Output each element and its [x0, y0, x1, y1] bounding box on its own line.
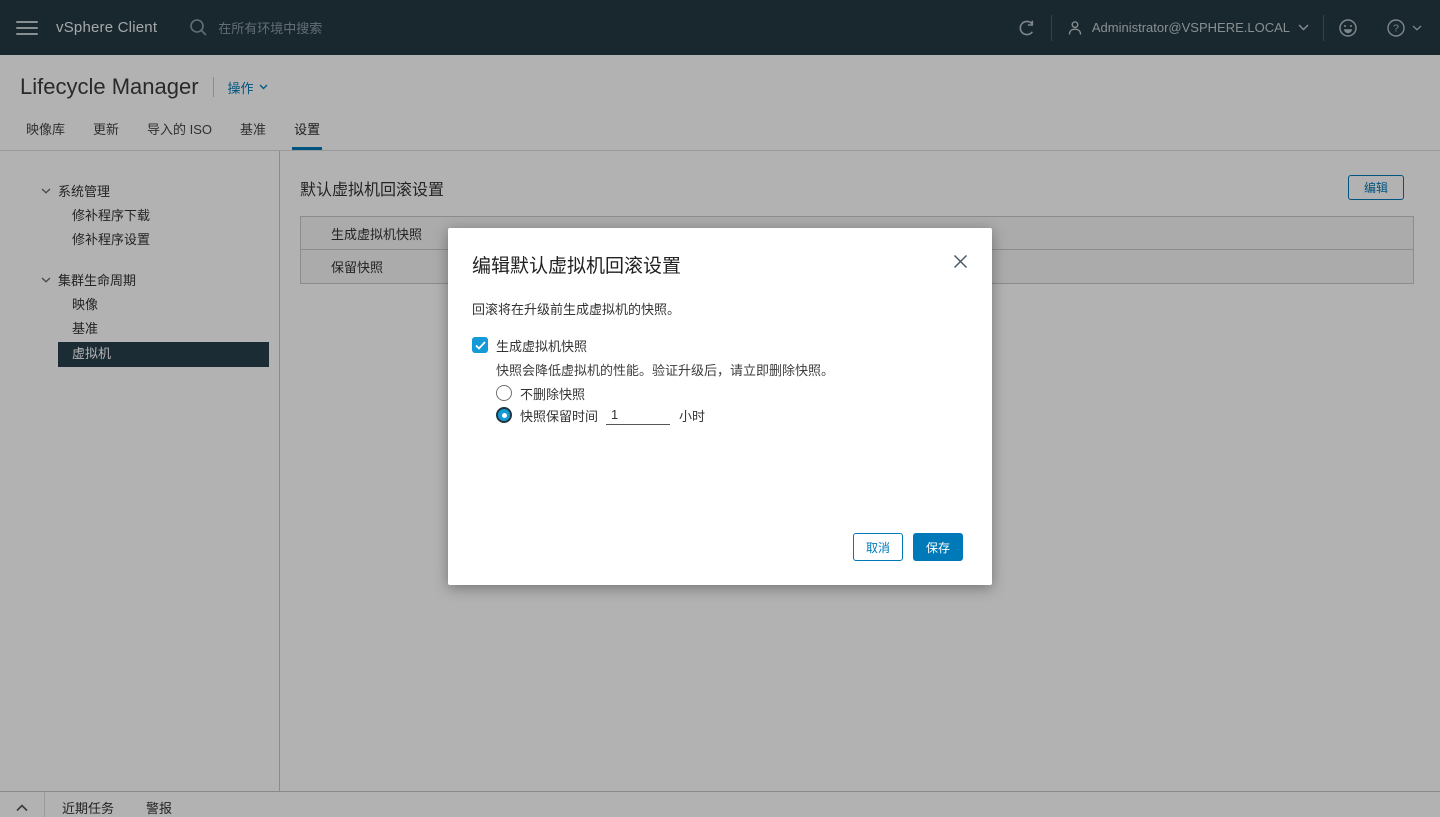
snapshot-timeout-radio[interactable] [496, 407, 512, 423]
vsphere-client-app: vSphere Client 在所有环境中搜索 Administrator@VS… [0, 0, 1440, 817]
timeout-unit-label: 小时 [679, 408, 706, 424]
take-snapshot-checkbox[interactable] [472, 337, 488, 353]
no-delete-snapshot-label: 不删除快照 [520, 386, 586, 402]
edit-rollback-settings-dialog: 编辑默认虚拟机回滚设置 回滚将在升级前生成虚拟机的快照。 生成虚拟机快照 快照会… [448, 228, 992, 585]
cancel-button[interactable]: 取消 [852, 533, 903, 561]
take-snapshot-label: 生成虚拟机快照 [496, 338, 588, 354]
save-button[interactable]: 保存 [912, 533, 963, 561]
timeout-hours-input[interactable] [606, 405, 671, 425]
no-delete-snapshot-radio[interactable] [496, 385, 512, 401]
snapshot-timeout-label: 快照保留时间 [520, 408, 599, 424]
snapshot-helper-text: 快照会降低虚拟机的性能。验证升级后，请立即删除快照。 [496, 363, 835, 378]
dialog-title: 编辑默认虚拟机回滚设置 [472, 256, 682, 277]
dialog-description: 回滚将在升级前生成虚拟机的快照。 [472, 302, 681, 317]
check-icon [474, 340, 486, 350]
close-icon[interactable] [953, 254, 968, 269]
